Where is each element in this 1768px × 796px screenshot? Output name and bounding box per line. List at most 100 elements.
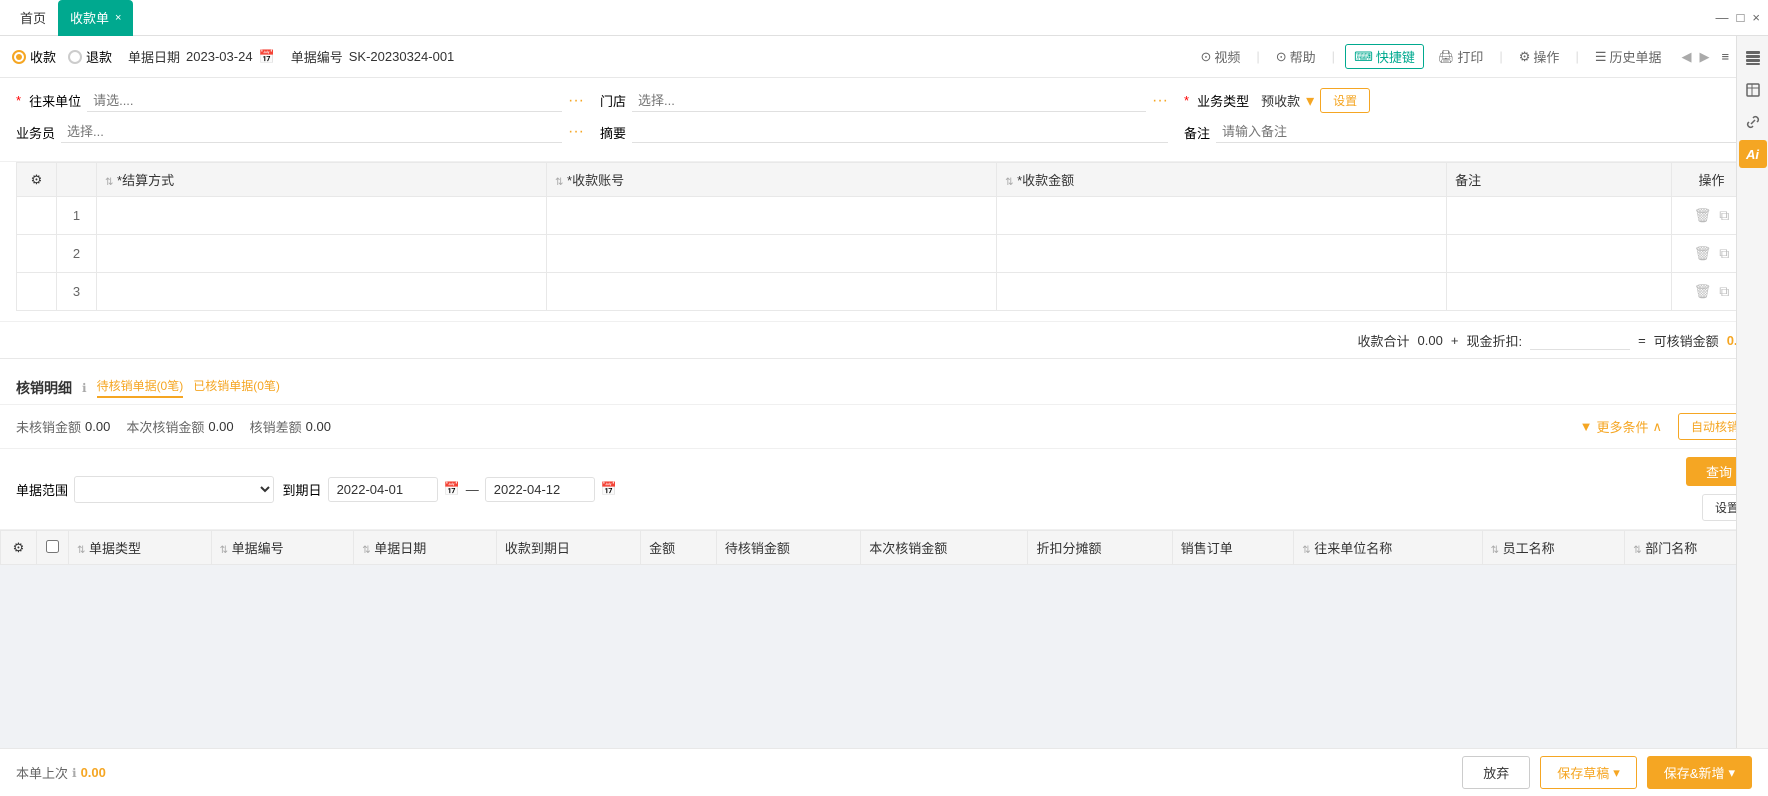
minimize-btn[interactable]: — (1716, 10, 1729, 25)
last-record-info: 本单上次 ℹ 0.00 (16, 763, 106, 782)
sort-dept[interactable]: ⇅ (1633, 545, 1641, 556)
verification-info-icon[interactable]: ℹ (82, 381, 87, 395)
row3-remark[interactable] (1447, 273, 1672, 311)
row3-account[interactable] (547, 273, 997, 311)
sort-employee[interactable]: ⇅ (1491, 545, 1499, 556)
salesperson-input[interactable] (61, 121, 562, 143)
sort-icon[interactable]: ⇅ (105, 177, 113, 188)
print-icon: 🖨 (1438, 49, 1455, 65)
sort-icon3[interactable]: ⇅ (1005, 177, 1013, 188)
sort-icon2[interactable]: ⇅ (555, 177, 563, 188)
shortcut-label: 快捷键 (1376, 47, 1415, 66)
window-close-btn[interactable]: × (1752, 10, 1760, 25)
shop-more-btn[interactable]: ··· (1152, 93, 1168, 109)
row2-delete-icon[interactable]: 🗑 (1694, 245, 1712, 261)
maximize-btn[interactable]: □ (1737, 10, 1745, 25)
row1-amount[interactable] (997, 197, 1447, 235)
save-new-btn[interactable]: 保存&新增 ▾ (1647, 756, 1752, 789)
doc-no-label: 单据编号 (291, 47, 343, 66)
nav-home[interactable]: 首页 (8, 0, 58, 36)
list-view-icon[interactable]: ≡ (1722, 49, 1730, 64)
doc-no-value[interactable]: SK-20230324-001 (349, 49, 455, 64)
sort-docno[interactable]: ⇅ (220, 545, 228, 556)
row3-copy-icon[interactable]: ⧉ (1719, 283, 1729, 299)
salesperson-more-btn[interactable]: ··· (568, 124, 584, 140)
sidebar-sheet-icon[interactable] (1739, 76, 1767, 104)
unverified-label: 未核销金额 (16, 417, 81, 436)
table-col-gear[interactable]: ⚙ (17, 163, 57, 197)
action-video[interactable]: ⊙ 视频 (1194, 45, 1246, 68)
counterpart-label: 往来单位 (29, 91, 81, 110)
sort-doctype[interactable]: ⇅ (77, 545, 85, 556)
unverified-stat: 未核销金额 0.00 (16, 417, 110, 436)
row3-delete-icon[interactable]: 🗑 (1694, 283, 1712, 299)
nav-receipt[interactable]: 收款单 × (58, 0, 133, 36)
row2-account[interactable] (547, 235, 997, 273)
save-draft-btn[interactable]: 保存草稿 ▾ (1540, 756, 1637, 789)
range-select[interactable] (74, 476, 274, 503)
save-new-arrow[interactable]: ▾ (1728, 765, 1735, 781)
remark-field: 备注 (1184, 121, 1752, 143)
save-draft-arrow[interactable]: ▾ (1613, 765, 1620, 781)
action-operation[interactable]: ⚙ 操作 (1513, 45, 1566, 68)
radio-receipt[interactable]: 收款 (12, 47, 56, 66)
doc-date-value[interactable]: 2023-03-24 (186, 49, 253, 64)
close-tab-btn[interactable]: × (115, 12, 121, 24)
action-print[interactable]: 🖨 打印 (1432, 45, 1490, 68)
row3-amount[interactable] (997, 273, 1447, 311)
pending-tab[interactable]: 待核销单据(0笔) (97, 377, 184, 398)
row2-remark[interactable] (1447, 235, 1672, 273)
gear-icon[interactable]: ⚙ (31, 172, 43, 187)
action-shortcut[interactable]: ⌨ 快捷键 (1345, 44, 1424, 69)
info-icon2[interactable]: ℹ (72, 766, 77, 780)
radio-refund[interactable]: 退款 (68, 47, 112, 66)
sheet-icon (1745, 82, 1761, 98)
row2-copy-icon[interactable]: ⧉ (1719, 245, 1729, 261)
row1-settlement[interactable] (97, 197, 547, 235)
calendar-icon[interactable]: 📅 (259, 49, 275, 65)
calc-discount-input[interactable] (1530, 330, 1630, 350)
verification-panel: 核销明细 ℹ 待核销单据(0笔) 已核销单据(0笔) 未核销金额 0.00 本次… (0, 367, 1768, 565)
summary-input[interactable] (632, 121, 1168, 143)
row2-amount[interactable] (997, 235, 1447, 273)
ai-label: Ai (1746, 147, 1759, 162)
action-help[interactable]: ⊙ 帮助 (1270, 45, 1322, 68)
row1-account[interactable] (547, 197, 997, 235)
current-stat: 本次核销金额 0.00 (126, 417, 233, 436)
sort-docdate[interactable]: ⇅ (362, 545, 370, 556)
select-all-checkbox[interactable] (46, 540, 59, 553)
row1-remark[interactable] (1447, 197, 1672, 235)
action-history[interactable]: ☰ 历史单据 (1589, 45, 1668, 68)
row1-copy-icon[interactable]: ⧉ (1719, 207, 1729, 223)
counterpart-input[interactable] (87, 90, 562, 112)
row2-settlement[interactable] (97, 235, 547, 273)
date-from-input[interactable] (328, 477, 438, 502)
counterpart-more-btn[interactable]: ··· (568, 93, 584, 109)
done-tab[interactable]: 已核销单据(0笔) (193, 377, 280, 398)
filter-icon: ▼ (1580, 419, 1593, 434)
bottom-col-gear[interactable]: ⚙ (1, 531, 37, 565)
sidebar-link-icon[interactable] (1739, 108, 1767, 136)
sort-counterpart[interactable]: ⇅ (1302, 545, 1310, 556)
row3-settlement[interactable] (97, 273, 547, 311)
biz-type-dropdown[interactable]: ▾ (1306, 91, 1314, 111)
calendar-from-icon[interactable]: 📅 (444, 481, 460, 497)
row1-delete-icon[interactable]: 🗑 (1694, 207, 1712, 223)
collectdate-header: 收款到期日 (505, 541, 570, 556)
table-col-num (57, 163, 97, 197)
form-settings-btn[interactable]: 设置 (1320, 88, 1370, 113)
calendar-to-icon[interactable]: 📅 (601, 481, 617, 497)
more-conditions-btn[interactable]: ▼ 更多条件 ∧ (1580, 417, 1662, 436)
remark-input[interactable] (1216, 121, 1752, 143)
biz-type-field: * 业务类型 预收款 ▾ 设置 (1184, 88, 1752, 113)
sidebar-table-icon[interactable] (1739, 44, 1767, 72)
sidebar-ai-icon[interactable]: Ai (1739, 140, 1767, 168)
abandon-btn[interactable]: 放弃 (1462, 756, 1530, 789)
bottom-gear-icon[interactable]: ⚙ (13, 540, 25, 555)
nav-next-icon[interactable]: ▶ (1700, 49, 1710, 65)
nav-prev-icon[interactable]: ◀ (1682, 49, 1692, 65)
shop-input[interactable] (632, 90, 1146, 112)
chevron-up-icon: ∧ (1652, 419, 1662, 435)
op-header: 操作 (1698, 173, 1724, 188)
date-to-input[interactable] (485, 477, 595, 502)
